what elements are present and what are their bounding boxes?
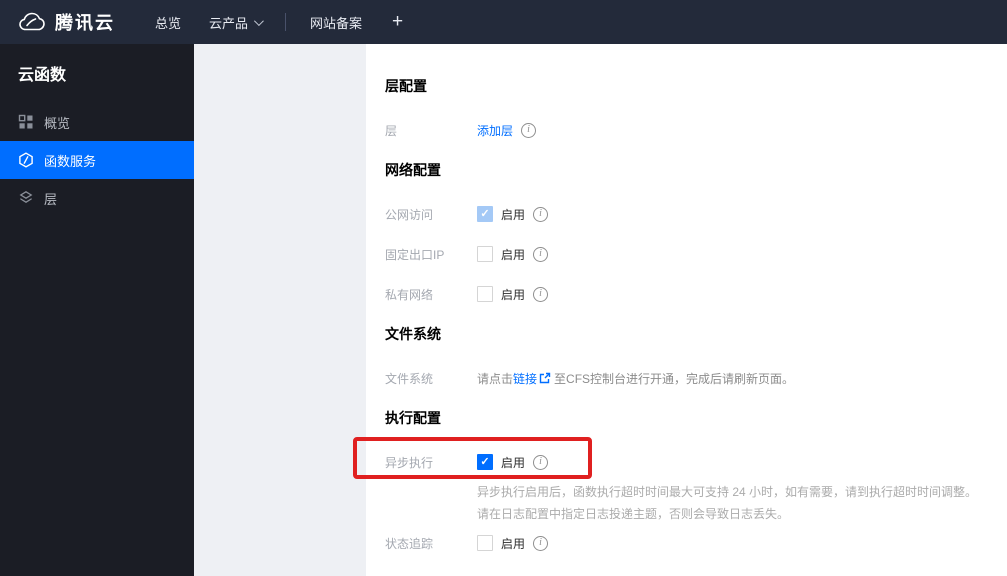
section-title-network-config: 网络配置	[385, 162, 441, 178]
topbar: 腾讯云 总览 云产品 网站备案 +	[0, 0, 1007, 44]
layers-icon	[18, 190, 34, 206]
section-title-file-system: 文件系统	[385, 326, 441, 342]
async-help-line-1: 异步执行启用后，函数执行超时时间最大可支持 24 小时，如有需要，请到执行超时时…	[477, 485, 978, 499]
async-execution-block: 异步执行 ✓ 启用 i 异步执行启用后，函数执行超时时间最大可支持 24 小时，…	[385, 452, 987, 525]
enable-label: 启用	[501, 207, 526, 222]
file-system-label: 文件系统	[385, 371, 434, 386]
private-network-label: 私有网络	[385, 287, 434, 302]
async-execution-label: 异步执行	[385, 455, 434, 470]
section-title-layer-config: 层配置	[385, 78, 427, 94]
hint-text-before: 请点击	[477, 371, 514, 386]
nav-divider	[285, 13, 287, 31]
sidebar-item-label: 函数服务	[44, 153, 97, 169]
fixed-ip-row: 固定出口IP 启用 i	[385, 244, 987, 264]
enable-label: 启用	[501, 247, 526, 262]
info-icon[interactable]: i	[533, 286, 549, 302]
nav-item-cloud-products[interactable]: 云产品	[195, 0, 275, 44]
public-access-row: 公网访问 ✓ 启用 i	[385, 204, 987, 224]
status-tracking-label: 状态追踪	[385, 536, 434, 551]
check-icon: ✓	[480, 207, 490, 220]
add-nav-shortcut-button[interactable]: +	[376, 11, 419, 33]
fixed-ip-checkbox[interactable]	[477, 246, 493, 262]
public-access-label: 公网访问	[385, 207, 434, 222]
file-system-row: 文件系统 请点击 链接 至CFS控制台进行开通，完成后请刷新页面。	[385, 368, 987, 388]
tencent-cloud-logo-icon	[16, 11, 46, 33]
sidebar-item-function-service[interactable]: 函数服务	[0, 141, 194, 179]
info-icon[interactable]: i	[521, 122, 537, 138]
info-icon[interactable]: i	[533, 454, 549, 470]
private-network-checkbox[interactable]	[477, 286, 493, 302]
top-navigation: 总览 云产品 网站备案 +	[141, 0, 419, 44]
brand-name: 腾讯云	[55, 13, 115, 33]
chevron-down-icon	[253, 15, 264, 26]
function-service-icon	[18, 152, 34, 168]
private-network-row: 私有网络 启用 i	[385, 284, 987, 304]
cfs-link[interactable]: 链接	[513, 370, 537, 387]
sidebar-item-overview[interactable]: 概览	[0, 103, 194, 141]
secondary-panel	[194, 44, 366, 576]
sidebar-title: 云函数	[18, 67, 67, 84]
public-access-checkbox: ✓	[477, 206, 493, 222]
info-icon[interactable]: i	[533, 206, 549, 222]
nav-item-website-filing[interactable]: 网站备案	[296, 0, 376, 44]
sidebar-item-layers[interactable]: 层	[0, 179, 194, 217]
fixed-ip-label: 固定出口IP	[385, 247, 445, 262]
info-icon[interactable]: i	[533, 535, 549, 551]
section-title-execution-config: 执行配置	[385, 410, 441, 426]
status-tracking-checkbox[interactable]	[477, 535, 493, 551]
layer-label: 层	[385, 123, 398, 138]
overview-grid-icon	[18, 114, 34, 130]
info-icon[interactable]: i	[533, 246, 549, 262]
async-execution-help: 异步执行启用后，函数执行超时时间最大可支持 24 小时，如有需要，请到执行超时时…	[477, 481, 987, 525]
sidebar-item-label: 概览	[44, 115, 71, 131]
file-system-hint: 请点击 链接 至CFS控制台进行开通，完成后请刷新页面。	[477, 370, 794, 387]
enable-label: 启用	[501, 455, 526, 470]
nav-item-label: 总览	[155, 15, 182, 31]
status-tracking-row: 状态追踪 启用 i	[385, 533, 987, 553]
function-config-panel: 层配置 层 添加层 i 网络配置 公网访问 ✓ 启用 i 固定出口IP 启用 i…	[366, 44, 1007, 576]
check-icon: ✓	[480, 455, 490, 468]
hint-text-after: 至CFS控制台进行开通，完成后请刷新页面。	[554, 371, 795, 386]
brand-logo[interactable]: 腾讯云	[16, 9, 115, 35]
layer-row: 层 添加层 i	[385, 120, 987, 140]
external-link-icon[interactable]	[539, 372, 551, 384]
nav-item-label: 网站备案	[310, 15, 363, 31]
tencent-cloud-console: { "topbar": { "brand": "腾讯云", "nav": [ {…	[0, 0, 1007, 576]
add-layer-link[interactable]: 添加层	[477, 122, 513, 139]
nav-item-overview[interactable]: 总览	[141, 0, 195, 44]
enable-label: 启用	[501, 287, 526, 302]
sidebar-item-label: 层	[44, 191, 58, 207]
nav-item-label: 云产品	[209, 15, 249, 31]
async-execution-checkbox[interactable]: ✓	[477, 454, 493, 470]
sidebar: 云函数 概览 函数服务 层	[0, 44, 194, 576]
enable-label: 启用	[501, 536, 526, 551]
async-help-line-2: 请在日志配置中指定日志投递主题，否则会导致日志丢失。	[477, 507, 790, 521]
async-execution-row: 异步执行 ✓ 启用 i	[385, 452, 987, 472]
